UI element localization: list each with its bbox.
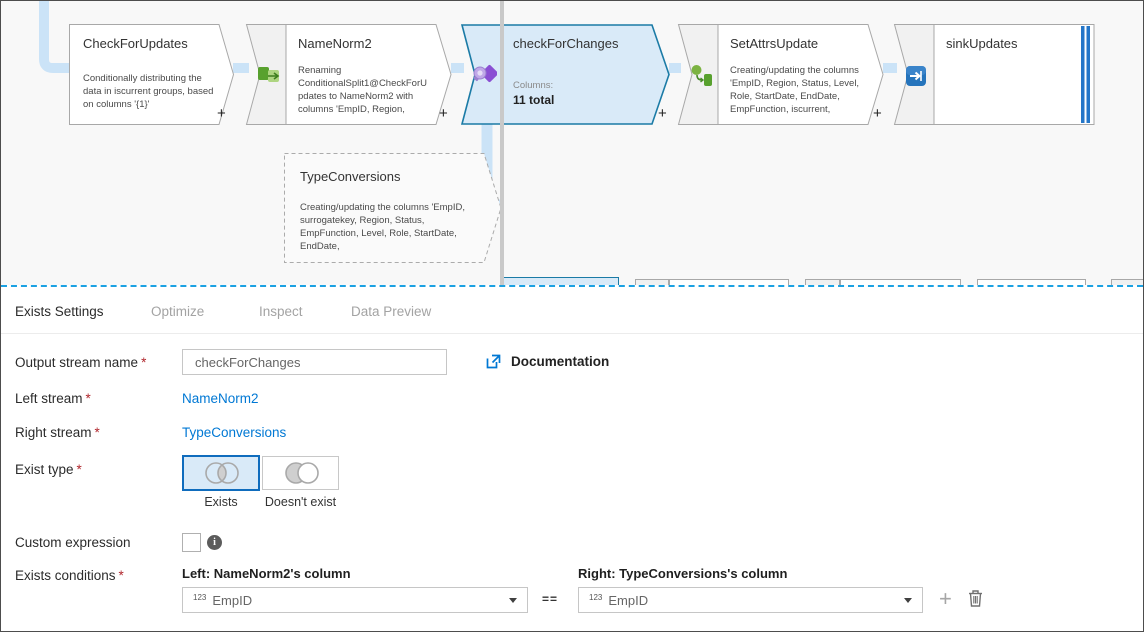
add-transformation-button[interactable]: + [873,106,882,121]
node-namenorm2[interactable]: NameNorm2 Renaming ConditionalSplit1@Che… [245,24,452,125]
sink-icon [906,66,926,86]
output-stream-name-label: Output stream name * [15,355,147,370]
canvas-guide-line [500,1,504,285]
venn-intersection-icon [205,462,239,484]
required-asterisk: * [118,568,124,583]
node-title: CheckForUpdates [83,36,188,51]
add-condition-button[interactable]: + [939,588,952,610]
documentation-link[interactable]: Documentation [511,354,609,369]
node-description: Creating/updating the columns 'EmpID, Re… [730,65,860,115]
node-description: Creating/updating the columns 'EmpID, su… [300,202,465,252]
dataflow-canvas[interactable]: CheckForUpdates Conditionally distributi… [1,1,1143,285]
chevron-down-icon [904,598,912,603]
node-partial-selected[interactable] [501,277,619,285]
required-asterisk: * [94,425,100,440]
exists-conditions-label: Exists conditions * [15,568,124,583]
exists-option-label: Exists [204,495,238,509]
node-title: TypeConversions [300,169,401,184]
left-stream-link[interactable]: NameNorm2 [182,391,259,406]
right-column-dropdown[interactable]: 123 EmpID [578,587,923,613]
custom-expression-label: Custom expression [15,535,131,550]
tab-exists-settings[interactable]: Exists Settings [15,304,104,319]
exists-settings-panel: Exists Settings Optimize Inspect Data Pr… [1,287,1143,631]
node-title: NameNorm2 [298,36,372,51]
required-asterisk: * [141,355,147,370]
tab-data-preview[interactable]: Data Preview [351,304,431,319]
add-transformation-button[interactable]: + [217,106,226,121]
chevron-down-icon [509,598,517,603]
node-checkforchanges-selected[interactable]: checkForChanges Columns: 11 total [460,24,670,125]
custom-expression-checkbox[interactable] [182,533,201,552]
left-column-dropdown[interactable]: 123 EmpID [182,587,528,613]
node-title: SetAttrsUpdate [730,36,819,51]
required-asterisk: * [85,391,91,406]
exist-type-doesnt-exist-button[interactable] [262,456,339,490]
node-description: Renaming ConditionalSplit1@CheckForUpdat… [298,65,427,115]
right-stream-link[interactable]: TypeConversions [182,425,286,440]
equality-operator: == [542,592,559,606]
select-icon [258,67,280,82]
tabs-separator [1,333,1143,334]
add-transformation-button[interactable]: + [658,106,667,121]
exists-icon [473,64,497,83]
right-column-header: Right: TypeConversions's column [578,566,788,581]
node-description: Conditionally distributing the data in i… [83,73,214,110]
columns-label: Columns: [513,80,554,91]
columns-count: 11 total [513,93,555,107]
node-setattrsupdate[interactable]: SetAttrsUpdate Creating/updating the col… [677,24,884,125]
tab-inspect[interactable]: Inspect [259,304,303,319]
integer-type-icon: 123 [589,592,603,602]
left-column-header: Left: NameNorm2's column [182,566,351,581]
exist-type-exists-button[interactable] [182,455,260,491]
node-title: sinkUpdates [946,36,1018,51]
tab-optimize[interactable]: Optimize [151,304,204,319]
dataflow-designer-window: CheckForUpdates Conditionally distributi… [0,0,1144,632]
required-asterisk: * [76,462,82,477]
info-icon[interactable]: i [207,535,222,550]
doesnt-exist-option-label: Doesn't exist [264,495,337,509]
integer-type-icon: 123 [193,592,207,602]
delete-condition-icon[interactable] [967,589,984,608]
right-column-value: EmpID [608,592,649,608]
exist-type-label: Exist type * [15,462,82,477]
output-stream-name-input[interactable] [182,349,447,375]
derived-column-icon [691,65,712,86]
node-sinkupdates[interactable]: sinkUpdates [893,24,1095,125]
node-checkforupdates[interactable]: CheckForUpdates Conditionally distributi… [69,24,235,125]
node-title: checkForChanges [513,36,619,51]
add-transformation-button[interactable]: + [439,106,448,121]
node-typeconversions[interactable]: TypeConversions Creating/updating the co… [284,153,502,263]
left-stream-label: Left stream * [15,391,91,406]
external-link-icon[interactable] [485,353,502,370]
right-stream-label: Right stream * [15,425,100,440]
left-column-value: EmpID [212,592,253,608]
venn-difference-icon [284,462,319,484]
